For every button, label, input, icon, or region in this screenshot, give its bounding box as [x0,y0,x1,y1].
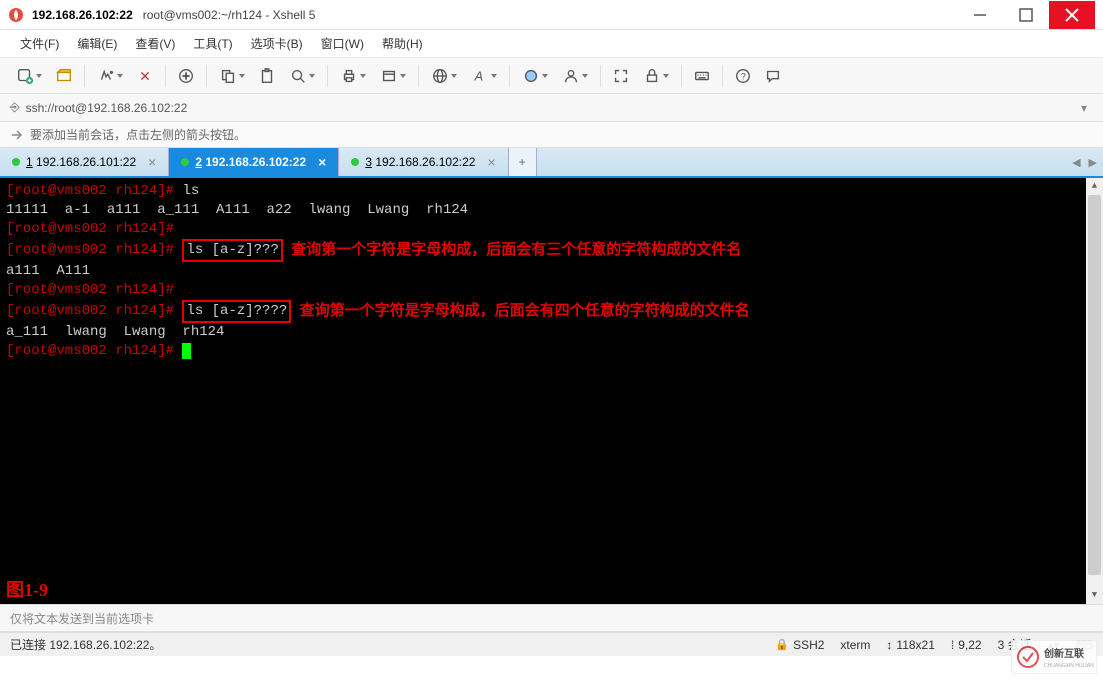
menu-window[interactable]: 窗口(W) [313,32,372,55]
menu-view[interactable]: 查看(V) [127,32,183,55]
titlebar: 192.168.26.102:22 root@vms002:~/rh124 - … [0,0,1103,30]
status-term: xterm [840,638,870,652]
app-icon [8,7,24,23]
status-bar: 已连接 192.168.26.102:22。 🔒SSH2 xterm ↕ 118… [0,632,1103,656]
ssh-protocol-icon: ⎆ [10,100,20,115]
print-button[interactable] [334,62,372,90]
scroll-track[interactable] [1086,195,1103,587]
disconnect-button[interactable] [131,62,159,90]
terminal-area[interactable]: [root@vms002 rh124]# ls11111 a-1 a111 a_… [0,178,1103,604]
menu-edit[interactable]: 编辑(E) [69,32,125,55]
toolbar-separator [722,65,723,87]
toolbar-separator [206,65,207,87]
connected-dot-icon [181,158,189,166]
tab-close-button[interactable]: × [487,155,495,169]
keyboard-button[interactable] [688,62,716,90]
encoding-button[interactable] [425,62,463,90]
hint-text: 要添加当前会话，点击左侧的箭头按钮。 [30,126,246,143]
new-session-button[interactable] [10,62,48,90]
tab-prev-button[interactable]: ◀ [1072,156,1080,169]
scroll-up-button[interactable]: ▲ [1086,178,1103,195]
watermark-logo: 创新互联 CHUANGXIN HULIAN [1011,640,1097,674]
title-address: 192.168.26.102:22 [32,8,133,22]
status-pos: ⁞ 9,22 [951,638,982,652]
minimize-button[interactable] [957,1,1003,29]
toolbar-separator [165,65,166,87]
toolbar-separator [327,65,328,87]
paste-button[interactable] [253,62,281,90]
menu-file[interactable]: 文件(F) [12,32,67,55]
help-button[interactable]: ? [729,62,757,90]
reconnect-button[interactable] [91,62,129,90]
scroll-down-button[interactable]: ▼ [1086,587,1103,604]
address-text[interactable]: ssh://root@192.168.26.102:22 [26,101,1075,115]
menubar: 文件(F) 编辑(E) 查看(V) 工具(T) 选项卡(B) 窗口(W) 帮助(… [0,30,1103,58]
toolbar-separator [84,65,85,87]
add-arrow-icon[interactable] [10,128,24,142]
tab-close-button[interactable]: × [318,155,326,169]
status-ssh: 🔒SSH2 [775,638,824,652]
close-button[interactable] [1049,1,1095,29]
tab-label: 1 192.168.26.101:22 [26,155,136,169]
toolbar-separator [600,65,601,87]
chat-button[interactable] [759,62,787,90]
tab-label: 3 192.168.26.102:22 [365,155,475,169]
status-size: ↕ 118x21 [886,638,934,652]
tab-close-button[interactable]: × [148,155,156,169]
lock-icon: 🔒 [775,638,789,651]
font-button[interactable]: A [465,62,503,90]
svg-text:创新互联: 创新互联 [1043,647,1084,660]
open-session-button[interactable] [50,62,78,90]
menu-tools[interactable]: 工具(T) [185,32,240,55]
session-tab-1[interactable]: 1 192.168.26.101:22 × [0,148,169,176]
address-dropdown-button[interactable]: ▾ [1075,101,1093,115]
user-button[interactable] [556,62,594,90]
svg-text:CHUANGXIN HULIAN: CHUANGXIN HULIAN [1044,663,1094,669]
figure-label: 图1-9 [6,581,48,600]
toolbar-separator [681,65,682,87]
compose-placeholder: 仅将文本发送到当前选项卡 [10,610,154,627]
scroll-thumb[interactable] [1088,195,1101,575]
toolbar-separator [509,65,510,87]
status-connection: 已连接 192.168.26.102:22。 [10,636,759,653]
session-tab-2[interactable]: 2 192.168.26.102:22 × [169,148,339,176]
session-tab-3[interactable]: 3 192.168.26.102:22 × [339,148,508,176]
scrollbar[interactable]: ▲ ▼ [1086,178,1103,604]
toolbar-separator [418,65,419,87]
tab-nav: ◀ ▶ [1072,148,1097,176]
menu-tab[interactable]: 选项卡(B) [243,32,311,55]
view-button[interactable] [374,62,412,90]
tab-strip: 1 192.168.26.101:22 × 2 192.168.26.102:2… [0,148,1103,178]
new-tab-button[interactable]: + [509,148,537,176]
copy-button[interactable] [213,62,251,90]
toolbar: A ? [0,58,1103,94]
svg-text:A: A [474,69,483,83]
find-button[interactable] [283,62,321,90]
maximize-button[interactable] [1003,1,1049,29]
tab-label: 2 192.168.26.102:22 [195,155,306,169]
terminal-content: [root@vms002 rh124]# ls11111 a-1 a111 a_… [6,182,1097,361]
compose-bar[interactable]: 仅将文本发送到当前选项卡 [0,604,1103,632]
address-bar: ⎆ ssh://root@192.168.26.102:22 ▾ [0,94,1103,122]
color-button[interactable] [516,62,554,90]
tab-next-button[interactable]: ▶ [1089,156,1097,169]
properties-button[interactable] [172,62,200,90]
lock-button[interactable] [637,62,675,90]
title-subtitle: root@vms002:~/rh124 - Xshell 5 [143,8,957,22]
connected-dot-icon [351,158,359,166]
svg-text:?: ? [741,71,746,81]
hint-bar: 要添加当前会话，点击左侧的箭头按钮。 [0,122,1103,148]
fullscreen-button[interactable] [607,62,635,90]
connected-dot-icon [12,158,20,166]
menu-help[interactable]: 帮助(H) [374,32,431,55]
